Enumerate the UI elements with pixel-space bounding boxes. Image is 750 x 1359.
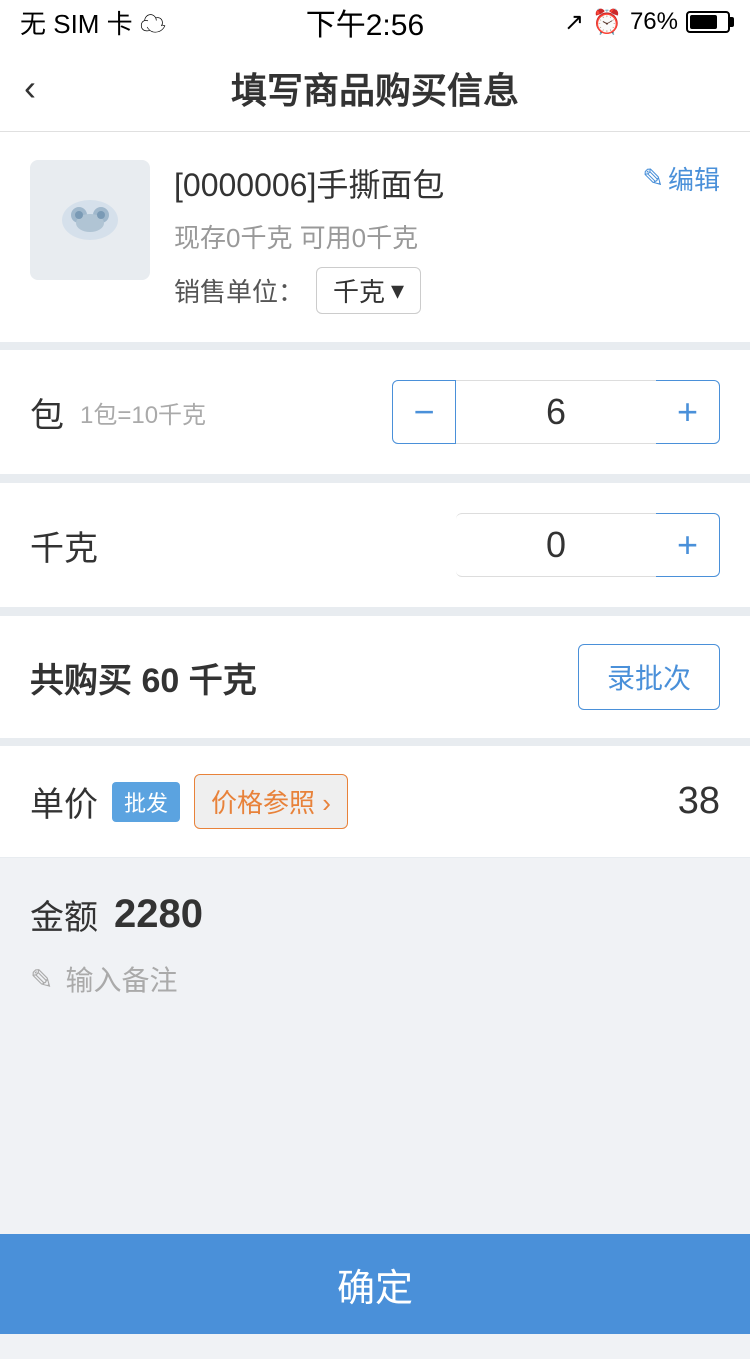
bag-quantity-input[interactable]: [456, 380, 656, 444]
note-icon: ✎: [30, 963, 53, 996]
kg-stepper: +: [456, 513, 720, 577]
kg-quantity-input[interactable]: [456, 513, 656, 577]
separator-2: [0, 608, 750, 616]
product-card: [0000006]手撕面包 现存0千克 可用0千克 销售单位： 千克 ▾ ✎ 编…: [0, 132, 750, 350]
kg-input-section: 千克 +: [0, 483, 750, 608]
bag-minus-button[interactable]: −: [392, 380, 456, 444]
product-stock: 现存0千克 可用0千克: [174, 218, 618, 255]
product-right: ✎ 编辑: [642, 160, 720, 197]
confirm-button[interactable]: 确定: [0, 1234, 750, 1334]
amount-row: 金额 2280: [30, 890, 720, 939]
price-value: 38: [678, 780, 720, 823]
bag-stepper: − +: [392, 380, 720, 444]
product-image: [30, 160, 150, 280]
bag-hint: 1包=10千克: [80, 395, 206, 430]
note-placeholder: 输入备注: [65, 959, 177, 999]
edit-button[interactable]: ✎ 编辑: [642, 160, 720, 197]
summary-amount: 60: [141, 662, 179, 700]
back-button[interactable]: ‹: [24, 67, 36, 109]
product-unit: 销售单位： 千克 ▾: [174, 267, 618, 314]
bag-input-section: 包 1包=10千克 − +: [0, 350, 750, 475]
product-name: [0000006]手撕面包: [174, 160, 618, 206]
record-batch-button[interactable]: 录批次: [578, 644, 720, 710]
kg-label: 千克: [30, 521, 98, 570]
nav-bar: ‹ 填写商品购买信息: [0, 44, 750, 132]
battery-icon: [686, 11, 730, 33]
chevron-down-icon: ▾: [391, 275, 404, 306]
location-icon: ↗: [564, 8, 584, 37]
status-bar: 无 SIM 卡 ☁ 下午2:56 ↗ ⏰ 76%: [0, 0, 750, 44]
edit-icon: ✎: [642, 163, 664, 194]
amount-label: 金额: [30, 890, 98, 939]
price-label: 单价 批发 价格参照 ›: [30, 774, 348, 829]
bag-label: 包 1包=10千克: [30, 388, 206, 437]
amount-value: 2280: [114, 892, 203, 937]
price-reference-button[interactable]: 价格参照 ›: [194, 774, 348, 829]
status-left: 无 SIM 卡 ☁: [20, 4, 166, 41]
kg-plus-button[interactable]: +: [656, 513, 720, 577]
unit-select[interactable]: 千克 ▾: [316, 267, 421, 314]
page-title: 填写商品购买信息: [231, 62, 519, 114]
amount-section: 金额 2280 ✎ 输入备注: [0, 858, 750, 1019]
bag-plus-button[interactable]: +: [656, 380, 720, 444]
sim-status: 无 SIM 卡 ☁: [20, 4, 166, 41]
summary-section: 共购买 60 千克 录批次: [0, 616, 750, 746]
batch-tag: 批发: [112, 782, 180, 822]
note-row[interactable]: ✎ 输入备注: [30, 959, 720, 999]
status-right: ↗ ⏰ 76%: [564, 8, 730, 37]
status-time: 下午2:56: [306, 0, 424, 44]
separator-1: [0, 475, 750, 483]
price-section: 单价 批发 价格参照 › 38: [0, 746, 750, 858]
product-info: [0000006]手撕面包 现存0千克 可用0千克 销售单位： 千克 ▾: [174, 160, 618, 314]
alarm-icon: ⏰: [592, 8, 622, 37]
battery-percent: 76%: [630, 8, 678, 36]
summary-text: 共购买 60 千克: [30, 653, 257, 702]
